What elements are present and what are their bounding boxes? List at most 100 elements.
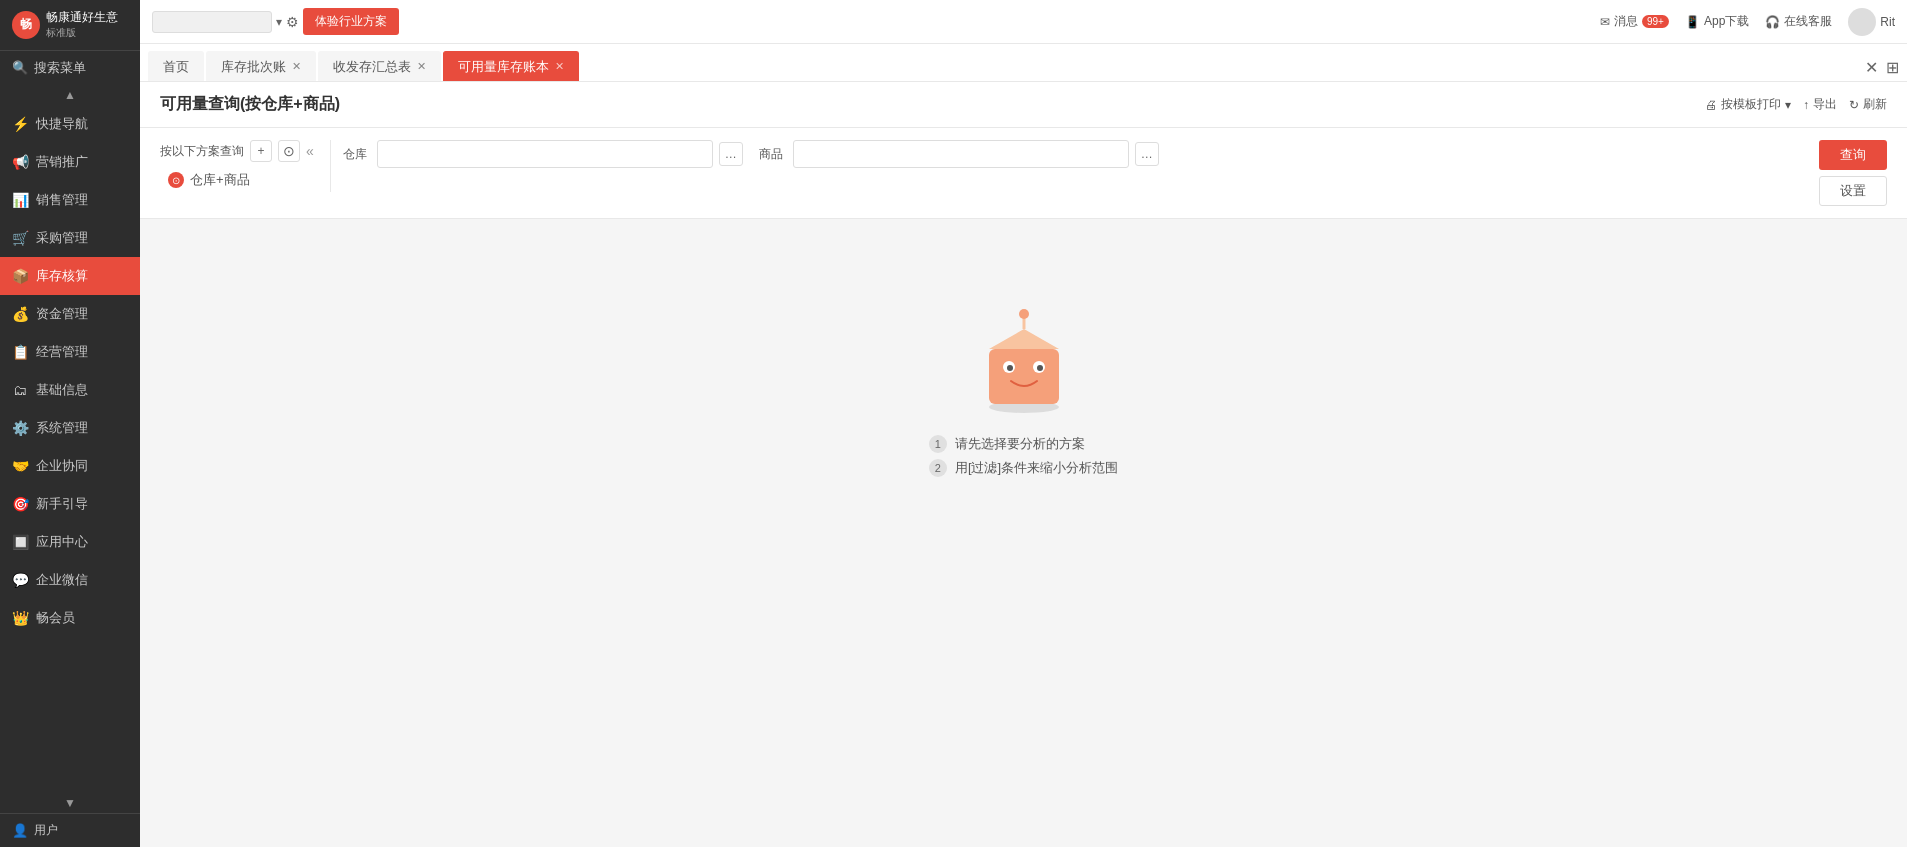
scheme-panel: 按以下方案查询 + ⊙ « ⊙ 仓库+商品: [160, 140, 331, 192]
empty-hint-1: 1 请先选择要分析的方案: [929, 435, 1118, 453]
empty-hint-2: 2 用[过滤]条件来缩小分析范围: [929, 459, 1118, 477]
goods-input[interactable]: [793, 140, 1129, 168]
page-header-actions: 🖨 按模板打印 ▾ ↑ 导出 ↻ 刷新: [1705, 96, 1887, 113]
sidebar-item-sales[interactable]: 📊 销售管理: [0, 181, 140, 219]
user-icon: 👤: [12, 823, 28, 838]
tab-home[interactable]: 首页: [148, 51, 204, 81]
online-service-button[interactable]: 🎧 在线客服: [1765, 13, 1832, 30]
topbar-gear-icon[interactable]: ⚙: [286, 14, 299, 30]
warehouse-label: 仓库: [343, 146, 371, 163]
page-content: 可用量查询(按仓库+商品) 🖨 按模板打印 ▾ ↑ 导出 ↻ 刷新: [140, 82, 1907, 847]
query-button[interactable]: 查询: [1819, 140, 1887, 170]
topbar-dropdown-icon[interactable]: ▾: [276, 15, 282, 29]
logo-text-group: 畅康通好生意 标准版: [46, 10, 118, 40]
sidebar-bottom[interactable]: 👤 用户: [0, 813, 140, 847]
app-download-button[interactable]: 📱 App下载: [1685, 13, 1749, 30]
enterprise-icon: 🤝: [12, 458, 28, 474]
sidebar-item-apps[interactable]: 🔲 应用中心: [0, 523, 140, 561]
wechat-icon: 💬: [12, 572, 28, 588]
settings-scheme-button[interactable]: ⊙: [278, 140, 300, 162]
svg-point-7: [1037, 365, 1043, 371]
sales-icon: 📊: [12, 192, 28, 208]
tab-batch-label: 库存批次账: [221, 58, 286, 76]
hint-num-2: 2: [929, 459, 947, 477]
sidebar-item-label: 营销推广: [36, 153, 88, 171]
topbar-search-input[interactable]: [152, 11, 272, 33]
tab-receipt-close[interactable]: ✕: [417, 60, 426, 73]
sidebar-item-label: 基础信息: [36, 381, 88, 399]
user-menu[interactable]: Rit: [1848, 8, 1895, 36]
search-menu-item[interactable]: 🔍 搜索菜单: [0, 51, 140, 85]
print-template-label: 按模板打印: [1721, 96, 1781, 113]
tab-receipt-summary[interactable]: 收发存汇总表 ✕: [318, 51, 441, 81]
scheme-item-warehouse-goods[interactable]: ⊙ 仓库+商品: [160, 168, 314, 192]
tab-available-close[interactable]: ✕: [555, 60, 564, 73]
logo-icon: 畅: [12, 11, 40, 39]
trial-industry-button[interactable]: 体验行业方案: [303, 8, 399, 35]
scroll-down-button[interactable]: ▼: [0, 793, 140, 813]
sidebar-item-base[interactable]: 🗂 基础信息: [0, 371, 140, 409]
sidebar-item-purchase[interactable]: 🛒 采购管理: [0, 219, 140, 257]
close-window-icon[interactable]: ✕: [1865, 58, 1878, 77]
scheme-label: 按以下方案查询: [160, 143, 244, 160]
system-icon: ⚙️: [12, 420, 28, 436]
goods-more-button[interactable]: …: [1135, 142, 1159, 166]
topbar-right: ✉ 消息 99+ 📱 App下载 🎧 在线客服 Rit: [1600, 8, 1895, 36]
sidebar-item-marketing[interactable]: 📢 营销推广: [0, 143, 140, 181]
goods-label: 商品: [759, 146, 787, 163]
sidebar-item-enterprise[interactable]: 🤝 企业协同: [0, 447, 140, 485]
svg-marker-2: [989, 329, 1059, 349]
marketing-icon: 📢: [12, 154, 28, 170]
search-icon: 🔍: [12, 60, 28, 75]
maximize-icon[interactable]: ⊞: [1886, 58, 1899, 77]
sidebar-item-label: 销售管理: [36, 191, 88, 209]
sidebar-item-label: 库存核算: [36, 267, 88, 285]
export-label: 导出: [1813, 96, 1837, 113]
print-template-button[interactable]: 🖨 按模板打印 ▾: [1705, 96, 1791, 113]
export-button[interactable]: ↑ 导出: [1803, 96, 1837, 113]
sidebar-item-label: 企业微信: [36, 571, 88, 589]
purchase-icon: 🛒: [12, 230, 28, 246]
hint-num-1: 1: [929, 435, 947, 453]
message-badge: 99+: [1642, 15, 1669, 28]
sidebar-item-finance[interactable]: 💰 资金管理: [0, 295, 140, 333]
tab-receipt-label: 收发存汇总表: [333, 58, 411, 76]
sidebar-item-system[interactable]: ⚙️ 系统管理: [0, 409, 140, 447]
sidebar-item-newbie[interactable]: 🎯 新手引导: [0, 485, 140, 523]
warehouse-more-button[interactable]: …: [719, 142, 743, 166]
hint-text-1: 请先选择要分析的方案: [955, 435, 1085, 453]
settings-button[interactable]: 设置: [1819, 176, 1887, 206]
hint-text-2: 用[过滤]条件来缩小分析范围: [955, 459, 1118, 477]
add-scheme-button[interactable]: +: [250, 140, 272, 162]
sidebar-item-operations[interactable]: 📋 经营管理: [0, 333, 140, 371]
tab-batch-ledger[interactable]: 库存批次账 ✕: [206, 51, 316, 81]
app-name: 畅康通好生意: [46, 10, 118, 26]
empty-hints: 1 请先选择要分析的方案 2 用[过滤]条件来缩小分析范围: [929, 435, 1118, 477]
sidebar-item-label: 应用中心: [36, 533, 88, 551]
refresh-icon: ↻: [1849, 98, 1859, 112]
tab-batch-close[interactable]: ✕: [292, 60, 301, 73]
username-label: Rit: [1880, 15, 1895, 29]
finance-icon: 💰: [12, 306, 28, 322]
scheme-header: 按以下方案查询 + ⊙ «: [160, 140, 314, 162]
main-area: ▾ ⚙ 体验行业方案 ✉ 消息 99+ 📱 App下载 🎧 在线客服 Rit: [140, 0, 1907, 847]
newbie-icon: 🎯: [12, 496, 28, 512]
filter-actions: 查询 设置: [1807, 140, 1887, 206]
phone-icon: 📱: [1685, 15, 1700, 29]
collapse-icon[interactable]: «: [306, 143, 314, 159]
sidebar-item-inventory[interactable]: 📦 库存核算: [0, 257, 140, 295]
sidebar-item-quick-nav[interactable]: ⚡ 快捷导航: [0, 105, 140, 143]
sidebar-item-wechat[interactable]: 💬 企业微信: [0, 561, 140, 599]
sidebar-item-label: 采购管理: [36, 229, 88, 247]
message-button[interactable]: ✉ 消息 99+: [1600, 13, 1669, 30]
sidebar-item-label: 快捷导航: [36, 115, 88, 133]
sidebar-nav: ⚡ 快捷导航 📢 营销推广 📊 销售管理 🛒 采购管理 📦 库存核算 💰 资金管…: [0, 105, 140, 793]
online-service-label: 在线客服: [1784, 13, 1832, 30]
sidebar-item-member[interactable]: 👑 畅会员: [0, 599, 140, 637]
print-icon: 🖨: [1705, 98, 1717, 112]
warehouse-input[interactable]: [377, 140, 713, 168]
scroll-up-button[interactable]: ▲: [0, 85, 140, 105]
refresh-button[interactable]: ↻ 刷新: [1849, 96, 1887, 113]
tab-available-ledger[interactable]: 可用量库存账本 ✕: [443, 51, 579, 81]
tab-available-label: 可用量库存账本: [458, 58, 549, 76]
